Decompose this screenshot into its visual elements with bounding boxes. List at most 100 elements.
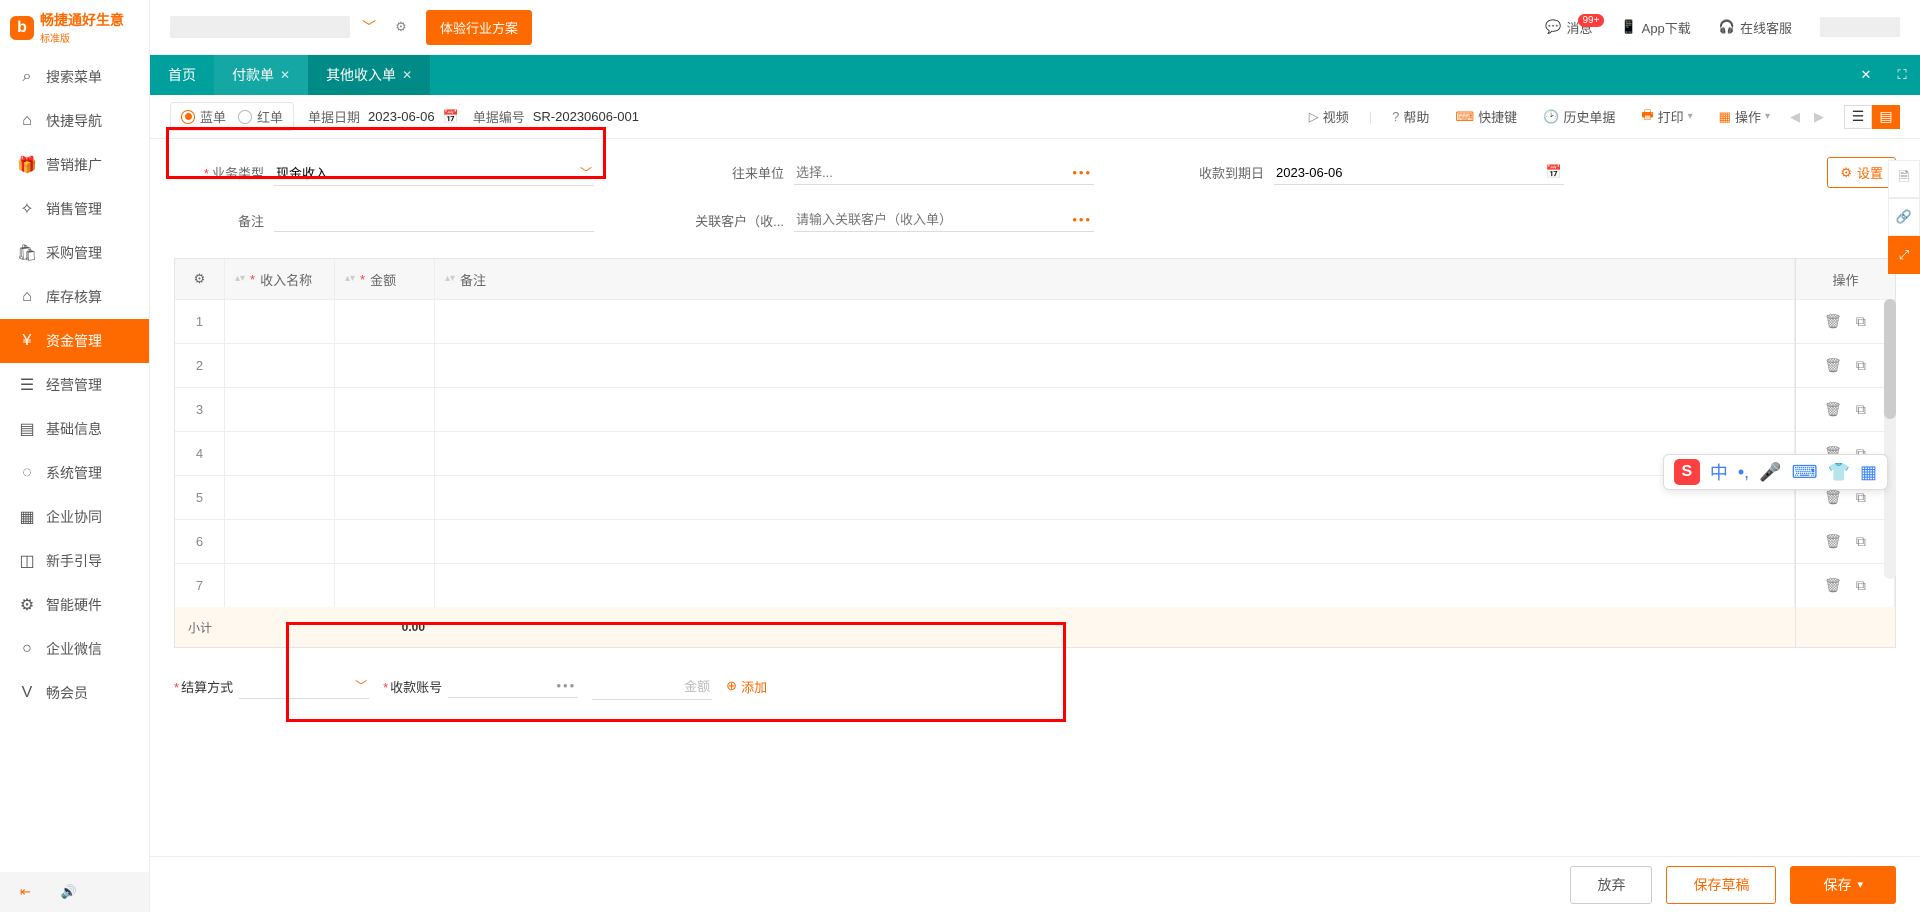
copy-icon[interactable]: ⧉ — [1856, 401, 1866, 418]
more-icon[interactable]: ••• — [557, 678, 577, 693]
delete-icon[interactable]: 🗑 — [1824, 577, 1842, 594]
settle-method-field[interactable]: *结算方式 ﹀ — [174, 673, 369, 699]
app-download-button[interactable]: 📱 App下载 — [1612, 18, 1698, 37]
table-settings-button[interactable]: ⚙ — [175, 259, 225, 299]
chevron-down-icon[interactable]: ﹀ — [362, 17, 376, 37]
delete-icon[interactable]: 🗑 — [1824, 313, 1842, 330]
scrollbar[interactable] — [1884, 299, 1896, 579]
biz-type-field[interactable]: *业务类型 ﹀ — [174, 160, 594, 186]
print-link[interactable]: 🖶打印▾ — [1635, 106, 1698, 128]
sound-icon[interactable]: 🔊 — [61, 884, 77, 900]
delete-icon[interactable]: 🗑 — [1824, 401, 1842, 418]
ime-mic-icon[interactable]: 🎤 — [1759, 462, 1781, 483]
table-row[interactable]: 6 — [175, 519, 1795, 563]
tab-1[interactable]: 付款单✕ — [214, 55, 308, 95]
next-icon[interactable]: ▶ — [1814, 109, 1824, 125]
messages-button[interactable]: 💬 消息 99+ — [1537, 18, 1600, 37]
settle-account-field[interactable]: *收款账号 ••• — [383, 674, 578, 698]
tab-close-all-button[interactable]: ✕ — [1848, 55, 1884, 95]
table-row[interactable]: 1 — [175, 299, 1795, 343]
float-doc-icon[interactable]: 🗎 — [1888, 160, 1920, 198]
more-icon[interactable]: ••• — [1072, 212, 1092, 227]
sidebar-item-6[interactable]: ¥资金管理 — [0, 319, 149, 363]
copy-icon[interactable]: ⧉ — [1856, 313, 1866, 330]
support-button[interactable]: 🎧 在线客服 — [1711, 18, 1800, 37]
link-customer-input[interactable] — [796, 212, 1072, 227]
remark-field[interactable]: 备注 — [174, 208, 594, 232]
sidebar-item-7[interactable]: ☰经营管理 — [0, 363, 149, 407]
radio-blue[interactable]: 蓝单 — [181, 107, 226, 126]
try-plan-button[interactable]: 体验行业方案 — [426, 10, 532, 45]
table-row[interactable]: 7 — [175, 563, 1795, 607]
shortcut-link[interactable]: ⌨快捷键 — [1449, 107, 1523, 126]
copy-icon[interactable]: ⧉ — [1856, 489, 1866, 506]
remark-input[interactable] — [276, 212, 592, 227]
add-settlement-button[interactable]: ⊕ 添加 — [726, 677, 767, 696]
ime-grid-icon[interactable]: ▦ — [1860, 462, 1877, 483]
tab-2[interactable]: 其他收入单✕ — [308, 55, 430, 95]
partner-input[interactable] — [796, 165, 1072, 180]
copy-icon[interactable]: ⧉ — [1856, 357, 1866, 374]
sidebar-item-10[interactable]: ▦企业协同 — [0, 495, 149, 539]
delete-icon[interactable]: 🗑 — [1824, 533, 1842, 550]
calendar-icon[interactable]: 📅 — [1546, 164, 1562, 180]
form-view-button[interactable]: ▤ — [1872, 105, 1900, 129]
sidebar-item-0[interactable]: ⌕搜索菜单 — [0, 55, 149, 99]
table-row[interactable]: 3 — [175, 387, 1795, 431]
ime-punct-icon[interactable]: •, — [1738, 462, 1749, 483]
prev-icon[interactable]: ◀ — [1790, 109, 1800, 125]
close-icon[interactable]: ✕ — [402, 68, 412, 82]
doc-date-field[interactable]: 单据日期 2023-06-06 📅 — [308, 107, 459, 126]
collapse-icon[interactable]: ⇤ — [20, 884, 31, 900]
col-remark[interactable]: ▴▾备注 — [435, 259, 1795, 299]
user-avatar[interactable] — [1820, 17, 1900, 37]
ime-keyboard-icon[interactable]: ⌨ — [1792, 462, 1818, 483]
table-row[interactable]: 4 — [175, 431, 1795, 475]
ime-cn-icon[interactable]: 中 — [1710, 459, 1728, 485]
due-date-input[interactable] — [1276, 165, 1546, 180]
chevron-down-icon[interactable]: ﹀ — [580, 164, 592, 181]
fullscreen-button[interactable]: ⛶ — [1884, 55, 1920, 95]
table-row[interactable]: 5 — [175, 475, 1795, 519]
help-link[interactable]: ?帮助 — [1386, 107, 1435, 126]
float-expand-icon[interactable]: ⤢ — [1888, 236, 1920, 274]
close-icon[interactable]: ✕ — [280, 68, 290, 82]
float-link-icon[interactable]: 🔗 — [1888, 198, 1920, 236]
sidebar-item-14[interactable]: V畅会员 — [0, 671, 149, 715]
video-link[interactable]: ▷视频 — [1303, 107, 1355, 126]
due-date-field[interactable]: 收款到期日 📅 — [1174, 160, 1564, 185]
tab-0[interactable]: 首页 — [150, 55, 214, 95]
sidebar-item-3[interactable]: ✧销售管理 — [0, 187, 149, 231]
delete-icon[interactable]: 🗑 — [1824, 357, 1842, 374]
discard-button[interactable]: 放弃 — [1570, 866, 1652, 904]
sidebar-item-12[interactable]: ⚙智能硬件 — [0, 583, 149, 627]
table-row[interactable]: 2 — [175, 343, 1795, 387]
sidebar-item-11[interactable]: ◫新手引导 — [0, 539, 149, 583]
col-amount[interactable]: ▴▾*金额 — [335, 259, 435, 299]
col-income-name[interactable]: ▴▾*收入名称 — [225, 259, 335, 299]
ime-skin-icon[interactable]: 👕 — [1828, 462, 1850, 483]
sidebar-item-4[interactable]: 🛍采购管理 — [0, 231, 149, 275]
sidebar-item-1[interactable]: ⌂快捷导航 — [0, 99, 149, 143]
settings-button[interactable]: ⚙ 设置 — [1827, 157, 1896, 188]
save-draft-button[interactable]: 保存草稿 — [1666, 866, 1776, 904]
sidebar-item-5[interactable]: ⌂库存核算 — [0, 275, 149, 319]
sidebar-item-9[interactable]: ◌系统管理 — [0, 451, 149, 495]
sidebar-item-2[interactable]: 🎁营销推广 — [0, 143, 149, 187]
delete-icon[interactable]: 🗑 — [1824, 489, 1842, 506]
sidebar-item-13[interactable]: ○企业微信 — [0, 627, 149, 671]
sidebar-item-8[interactable]: ▤基础信息 — [0, 407, 149, 451]
copy-icon[interactable]: ⧉ — [1856, 533, 1866, 550]
calendar-icon[interactable]: 📅 — [443, 109, 459, 125]
link-customer-field[interactable]: 关联客户（收... ••• — [656, 208, 1094, 232]
radio-red[interactable]: 红单 — [238, 107, 283, 126]
settle-amount-field[interactable]: 金额 — [592, 672, 712, 700]
operate-link[interactable]: ▦操作▾ — [1713, 107, 1776, 126]
copy-icon[interactable]: ⧉ — [1856, 577, 1866, 594]
biz-type-input[interactable] — [276, 165, 580, 180]
gear-icon[interactable]: ⚙ — [388, 14, 414, 40]
org-name[interactable] — [170, 16, 350, 38]
history-link[interactable]: 🕑历史单据 — [1537, 107, 1621, 126]
save-button[interactable]: 保存▾ — [1790, 866, 1896, 904]
partner-field[interactable]: 往来单位 ••• — [694, 161, 1094, 185]
